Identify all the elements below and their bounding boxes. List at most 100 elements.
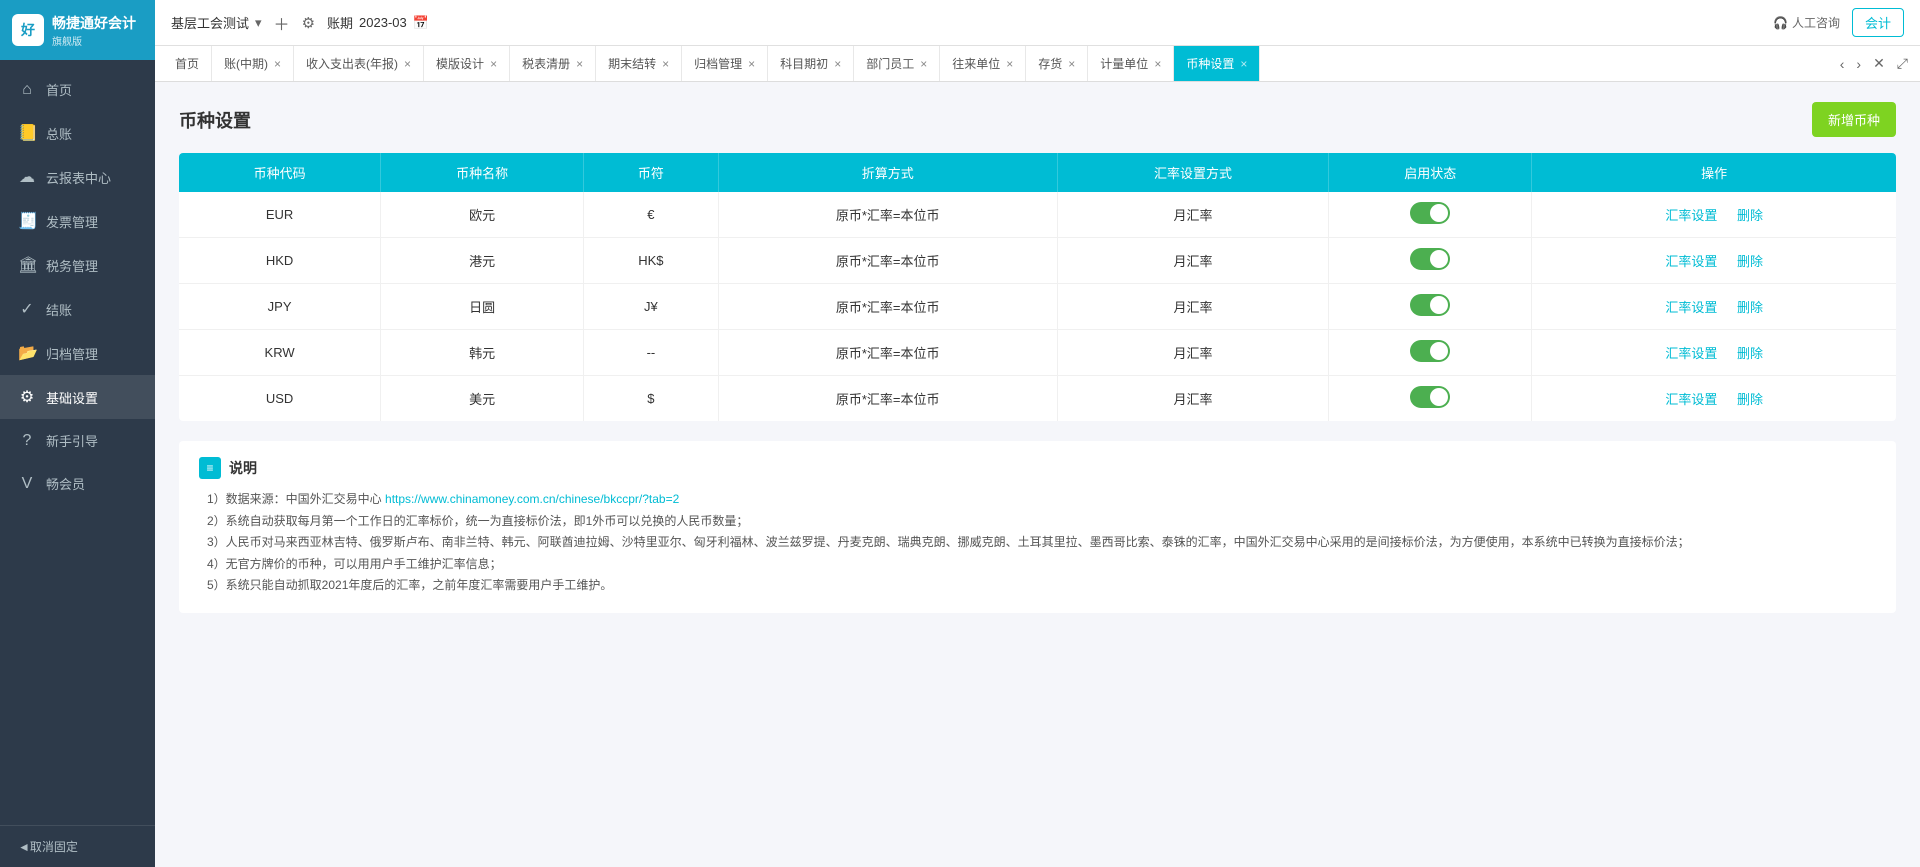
page-title: 币种设置 [179,107,251,133]
table-header: 币种代码 币种名称 币符 折算方式 汇率设置方式 启用状态 操作 [179,153,1896,192]
company-dropdown-icon[interactable]: ▾ [255,15,262,31]
add-tab-btn[interactable]: ＋ [274,11,290,35]
tab-close-inventory[interactable]: × [1068,57,1075,71]
tab-inventory[interactable]: 存货× [1026,46,1088,82]
cell-rate-type-3: 月汇率 [1057,330,1329,376]
ledger-label: 总账 [46,124,72,143]
note-item-1: 2）系统自动获取每月第一个工作日的汇率标价，统一为直接标价法，即1外币可以兑换的… [207,511,1876,533]
tab-close-contacts[interactable]: × [1006,57,1013,71]
table-body: EUR 欧元 € 原币*汇率=本位币 月汇率 汇率设置 删除 HKD 港元 HK… [179,192,1896,421]
tab-dept[interactable]: 部门员工 × [854,46,940,82]
toggle-2[interactable] [1410,294,1450,316]
toggle-3[interactable] [1410,340,1450,362]
cell-rate-type-0: 月汇率 [1057,192,1329,238]
sidebar-collapse-btn[interactable]: ◄取消固定 [0,825,155,867]
sidebar-item-settings[interactable]: ⚙ 基础设置 [0,375,155,419]
tab-home[interactable]: 首页 [163,46,212,82]
sidebar-item-checkout[interactable]: ✓ 结账 [0,287,155,331]
cell-toggle-2[interactable] [1329,284,1532,330]
rate-settings-btn-4[interactable]: 汇率设置 [1665,392,1717,407]
report-label: 云报表中心 [46,168,111,187]
delete-btn-2[interactable]: 删除 [1737,300,1763,315]
guide-label: 新手引导 [46,431,98,450]
sidebar-item-guide[interactable]: ? 新手引导 [0,419,155,462]
sidebar-item-member[interactable]: V 畅会员 [0,462,155,505]
toggle-0[interactable] [1410,202,1450,224]
tab-close-unit[interactable]: × [1154,57,1161,71]
note-link[interactable]: https://www.chinamoney.com.cn/chinese/bk… [385,492,679,506]
delete-btn-3[interactable]: 删除 [1737,346,1763,361]
tab-tax[interactable]: 税表清册 × [510,46,596,82]
tab-close-balance[interactable]: × [274,57,281,71]
delete-btn-1[interactable]: 删除 [1737,254,1763,269]
invoice-label: 发票管理 [46,212,98,231]
tab-close-dept[interactable]: × [920,57,927,71]
cell-toggle-3[interactable] [1329,330,1532,376]
tab-close-tax[interactable]: × [576,57,583,71]
tab-close-income[interactable]: × [404,57,411,71]
company-settings-icon[interactable]: ⚙ [302,14,315,32]
settings-label: 基础设置 [46,388,98,407]
topbar: 基层工会测试 ▾ ＋ ⚙ 账期 2023-03 📅 🎧 人工咨询 会计 [155,0,1920,46]
tab-archive[interactable]: 归档管理× [682,46,768,82]
tab-close-currency[interactable]: × [1240,57,1247,71]
tab-period-end[interactable]: 期末结转× [596,46,682,82]
cell-name-4: 美元 [381,376,584,422]
sidebar-item-report[interactable]: ☁ 云报表中心 [0,155,155,199]
cell-calc-1: 原币*汇率=本位币 [718,238,1057,284]
tab-next-btn[interactable]: › [1852,54,1865,74]
cell-toggle-4[interactable] [1329,376,1532,422]
note-title: ≡ 说明 [199,457,1876,479]
tab-close-period-end[interactable]: × [662,57,669,71]
note-icon: ≡ [199,457,221,479]
sidebar-item-tax[interactable]: 🏛 税务管理 [0,243,155,287]
checkout-icon: ✓ [18,299,36,319]
sidebar-nav: ⌂ 首页 📒 总账 ☁ 云报表中心 🧾 发票管理 🏛 税务管理 ✓ 结账 📂 归… [0,60,155,825]
delete-btn-4[interactable]: 删除 [1737,392,1763,407]
rate-settings-btn-3[interactable]: 汇率设置 [1665,346,1717,361]
cell-rate-type-1: 月汇率 [1057,238,1329,284]
toggle-1[interactable] [1410,248,1450,270]
tab-close-archive[interactable]: × [748,57,755,71]
sidebar-item-invoice[interactable]: 🧾 发票管理 [0,199,155,243]
tab-income[interactable]: 收入支出表(年报)× [294,46,424,82]
tab-unit[interactable]: 计量单位× [1088,46,1174,82]
period-selector[interactable]: 账期 2023-03 📅 [327,13,429,32]
tab-label-dept: 部门员工 [866,55,914,72]
col-name: 币种名称 [381,153,584,192]
tab-template[interactable]: 模版设计× [424,46,510,82]
archive-label: 归档管理 [46,344,98,363]
user-role-btn[interactable]: 会计 [1852,8,1904,37]
page-header: 币种设置 新增币种 [179,102,1896,137]
tab-balance[interactable]: 账(中期)× [212,46,294,82]
cell-toggle-1[interactable] [1329,238,1532,284]
rate-settings-btn-1[interactable]: 汇率设置 [1665,254,1717,269]
sidebar-item-ledger[interactable]: 📒 总账 [0,111,155,155]
tax-icon: 🏛 [18,255,36,275]
tab-maximize-btn[interactable]: ⤢ [1893,53,1912,74]
col-actions: 操作 [1532,153,1896,192]
tab-contacts[interactable]: 往来单位× [940,46,1026,82]
delete-btn-0[interactable]: 删除 [1737,208,1763,223]
sidebar-item-archive[interactable]: 📂 归档管理 [0,331,155,375]
tab-close-all-btn[interactable]: ✕ [1869,53,1889,74]
tab-close-template[interactable]: × [490,57,497,71]
help-btn[interactable]: 🎧 人工咨询 [1773,14,1840,31]
tax-label: 税务管理 [46,256,98,275]
rate-settings-btn-0[interactable]: 汇率设置 [1665,208,1717,223]
tab-close-subjects[interactable]: × [834,57,841,71]
table-row: EUR 欧元 € 原币*汇率=本位币 月汇率 汇率设置 删除 [179,192,1896,238]
cell-toggle-0[interactable] [1329,192,1532,238]
new-currency-btn[interactable]: 新增币种 [1812,102,1896,137]
tab-subjects[interactable]: 科目期初× [768,46,854,82]
tab-currency[interactable]: 币种设置× [1174,46,1260,82]
col-enabled: 启用状态 [1329,153,1532,192]
tab-label-tax: 税表清册 [522,55,570,72]
cell-name-3: 韩元 [381,330,584,376]
toggle-4[interactable] [1410,386,1450,408]
rate-settings-btn-2[interactable]: 汇率设置 [1665,300,1717,315]
tab-prev-btn[interactable]: ‹ [1836,54,1849,74]
sidebar-item-home[interactable]: ⌂ 首页 [0,68,155,111]
company-name[interactable]: 基层工会测试 ▾ [171,13,262,32]
cell-actions-0: 汇率设置 删除 [1532,192,1896,238]
